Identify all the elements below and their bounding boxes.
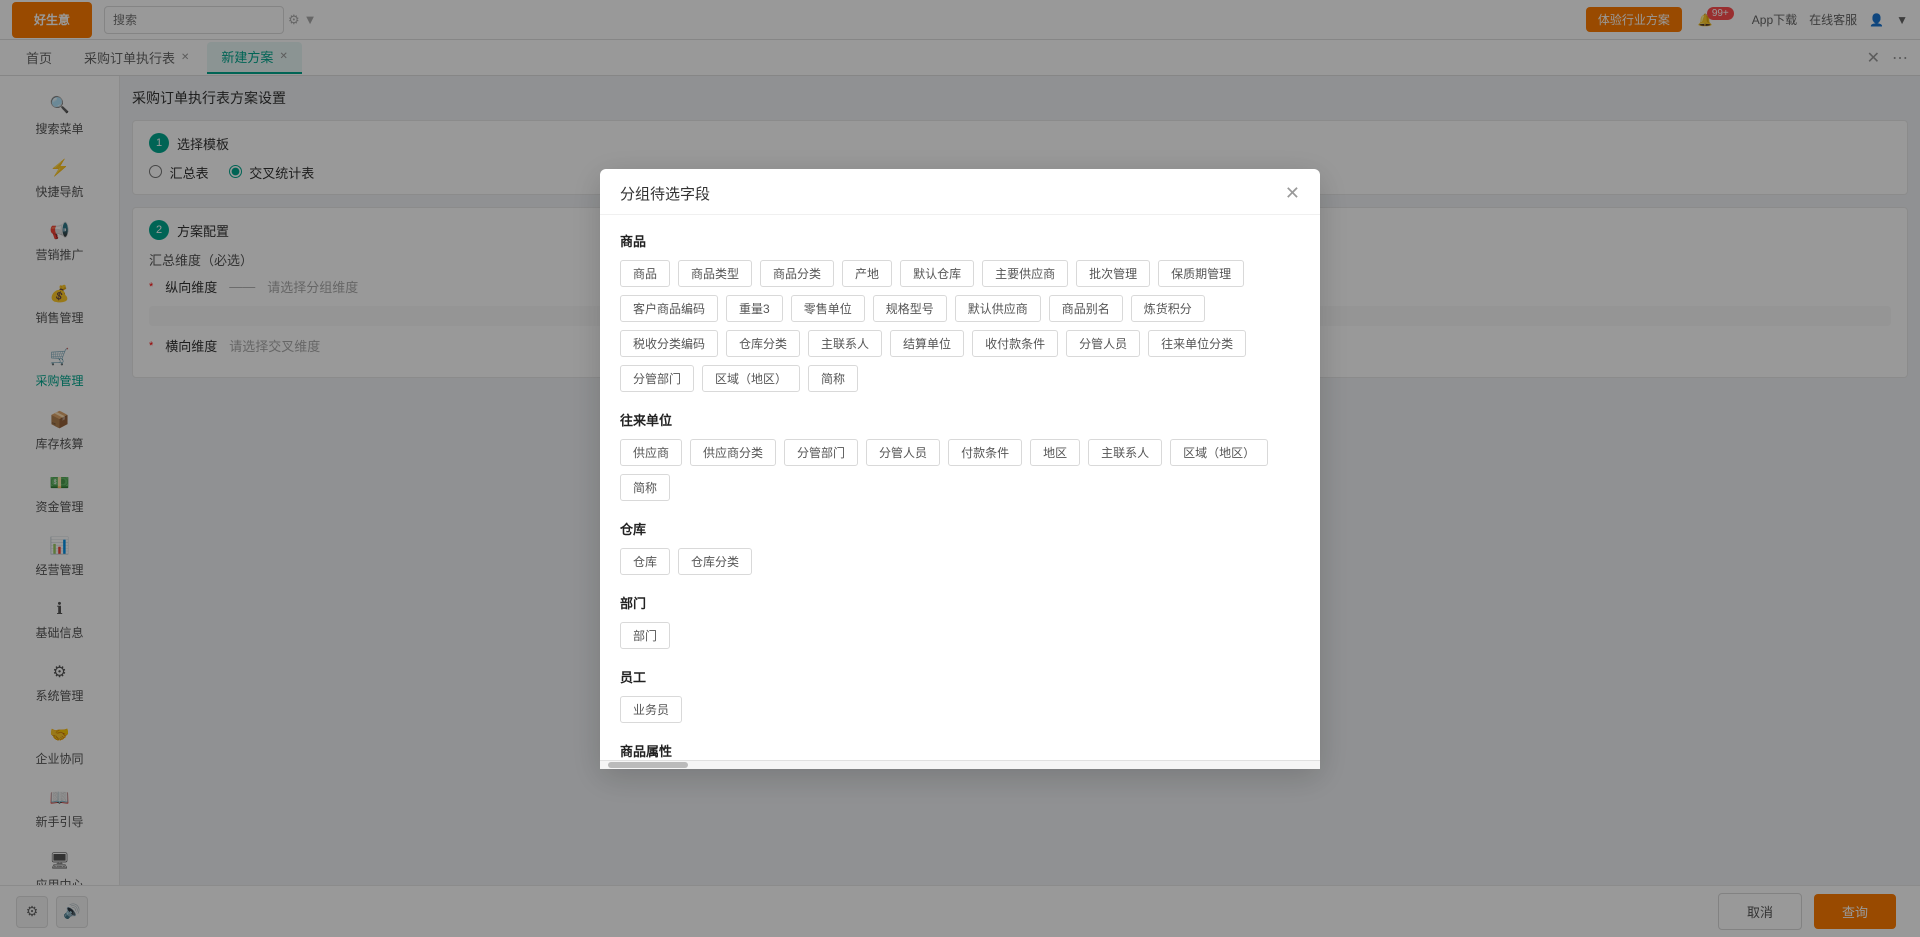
section-title-product-attr: 商品属性 xyxy=(620,741,1300,760)
field-select-modal: 分组待选字段 ✕ 商品 商品 商品类型 商品分类 产地 默认仓库 主要供应商 批… xyxy=(600,169,1320,769)
section-title-goods: 商品 xyxy=(620,231,1300,250)
field-tag[interactable]: 商品分类 xyxy=(760,260,834,287)
field-section-product-attr: 商品属性 属性 颜色 多规格 尺码 鞋码 1 xyxy=(620,741,1300,761)
field-tag[interactable]: 分管人员 xyxy=(866,439,940,466)
field-section-warehouse: 仓库 仓库 仓库分类 xyxy=(620,519,1300,575)
modal-hscroll[interactable] xyxy=(600,760,1320,768)
field-tags-goods: 商品 商品类型 商品分类 产地 默认仓库 主要供应商 批次管理 保质期管理 客户… xyxy=(620,260,1300,392)
field-tag[interactable]: 默认供应商 xyxy=(955,295,1041,322)
field-tag[interactable]: 简称 xyxy=(808,365,858,392)
field-tag[interactable]: 仓库分类 xyxy=(726,330,800,357)
modal-header: 分组待选字段 ✕ xyxy=(600,169,1320,215)
section-title-partner: 往来单位 xyxy=(620,410,1300,429)
field-tag[interactable]: 区域（地区） xyxy=(1170,439,1268,466)
field-tag[interactable]: 分管部门 xyxy=(784,439,858,466)
field-tag[interactable]: 主联系人 xyxy=(1088,439,1162,466)
field-tag[interactable]: 商品 xyxy=(620,260,670,287)
field-tag[interactable]: 分管部门 xyxy=(620,365,694,392)
field-tags-warehouse: 仓库 仓库分类 xyxy=(620,548,1300,575)
field-tag[interactable]: 批次管理 xyxy=(1076,260,1150,287)
field-tag[interactable]: 仓库分类 xyxy=(678,548,752,575)
field-section-department: 部门 部门 xyxy=(620,593,1300,649)
section-title-employee: 员工 xyxy=(620,667,1300,686)
field-tag[interactable]: 重量3 xyxy=(726,295,783,322)
hscroll-thumb[interactable] xyxy=(608,762,688,768)
field-tag[interactable]: 保质期管理 xyxy=(1158,260,1244,287)
field-tag[interactable]: 业务员 xyxy=(620,696,682,723)
field-tag[interactable]: 地区 xyxy=(1030,439,1080,466)
field-tag[interactable]: 结算单位 xyxy=(890,330,964,357)
field-section-partner: 往来单位 供应商 供应商分类 分管部门 分管人员 付款条件 地区 主联系人 区域… xyxy=(620,410,1300,501)
field-tag[interactable]: 客户商品编码 xyxy=(620,295,718,322)
modal-close-btn[interactable]: ✕ xyxy=(1285,184,1300,202)
section-title-department: 部门 xyxy=(620,593,1300,612)
field-tag[interactable]: 默认仓库 xyxy=(900,260,974,287)
field-tag[interactable]: 产地 xyxy=(842,260,892,287)
field-tag[interactable]: 区域（地区） xyxy=(702,365,800,392)
field-tag[interactable]: 主要供应商 xyxy=(982,260,1068,287)
modal-overlay[interactable]: 分组待选字段 ✕ 商品 商品 商品类型 商品分类 产地 默认仓库 主要供应商 批… xyxy=(0,0,1920,937)
field-tag[interactable]: 供应商 xyxy=(620,439,682,466)
modal-body: 商品 商品 商品类型 商品分类 产地 默认仓库 主要供应商 批次管理 保质期管理… xyxy=(600,215,1320,761)
field-tag[interactable]: 规格型号 xyxy=(873,295,947,322)
field-tag[interactable]: 商品别名 xyxy=(1049,295,1123,322)
field-tag[interactable]: 商品类型 xyxy=(678,260,752,287)
modal-title: 分组待选字段 xyxy=(620,183,710,204)
field-tag[interactable]: 分管人员 xyxy=(1066,330,1140,357)
field-tag[interactable]: 简称 xyxy=(620,474,670,501)
field-tag[interactable]: 部门 xyxy=(620,622,670,649)
field-section-goods: 商品 商品 商品类型 商品分类 产地 默认仓库 主要供应商 批次管理 保质期管理… xyxy=(620,231,1300,392)
field-tags-employee: 业务员 xyxy=(620,696,1300,723)
section-title-warehouse: 仓库 xyxy=(620,519,1300,538)
field-tags-department: 部门 xyxy=(620,622,1300,649)
field-tag[interactable]: 税收分类编码 xyxy=(620,330,718,357)
field-tag[interactable]: 付款条件 xyxy=(948,439,1022,466)
field-section-employee: 员工 业务员 xyxy=(620,667,1300,723)
field-tag[interactable]: 收付款条件 xyxy=(972,330,1058,357)
field-tag[interactable]: 零售单位 xyxy=(791,295,865,322)
field-tag[interactable]: 炼货积分 xyxy=(1131,295,1205,322)
field-tag[interactable]: 往来单位分类 xyxy=(1148,330,1246,357)
field-tag[interactable]: 主联系人 xyxy=(808,330,882,357)
field-tags-partner: 供应商 供应商分类 分管部门 分管人员 付款条件 地区 主联系人 区域（地区） … xyxy=(620,439,1300,501)
field-tag[interactable]: 仓库 xyxy=(620,548,670,575)
field-tag[interactable]: 供应商分类 xyxy=(690,439,776,466)
